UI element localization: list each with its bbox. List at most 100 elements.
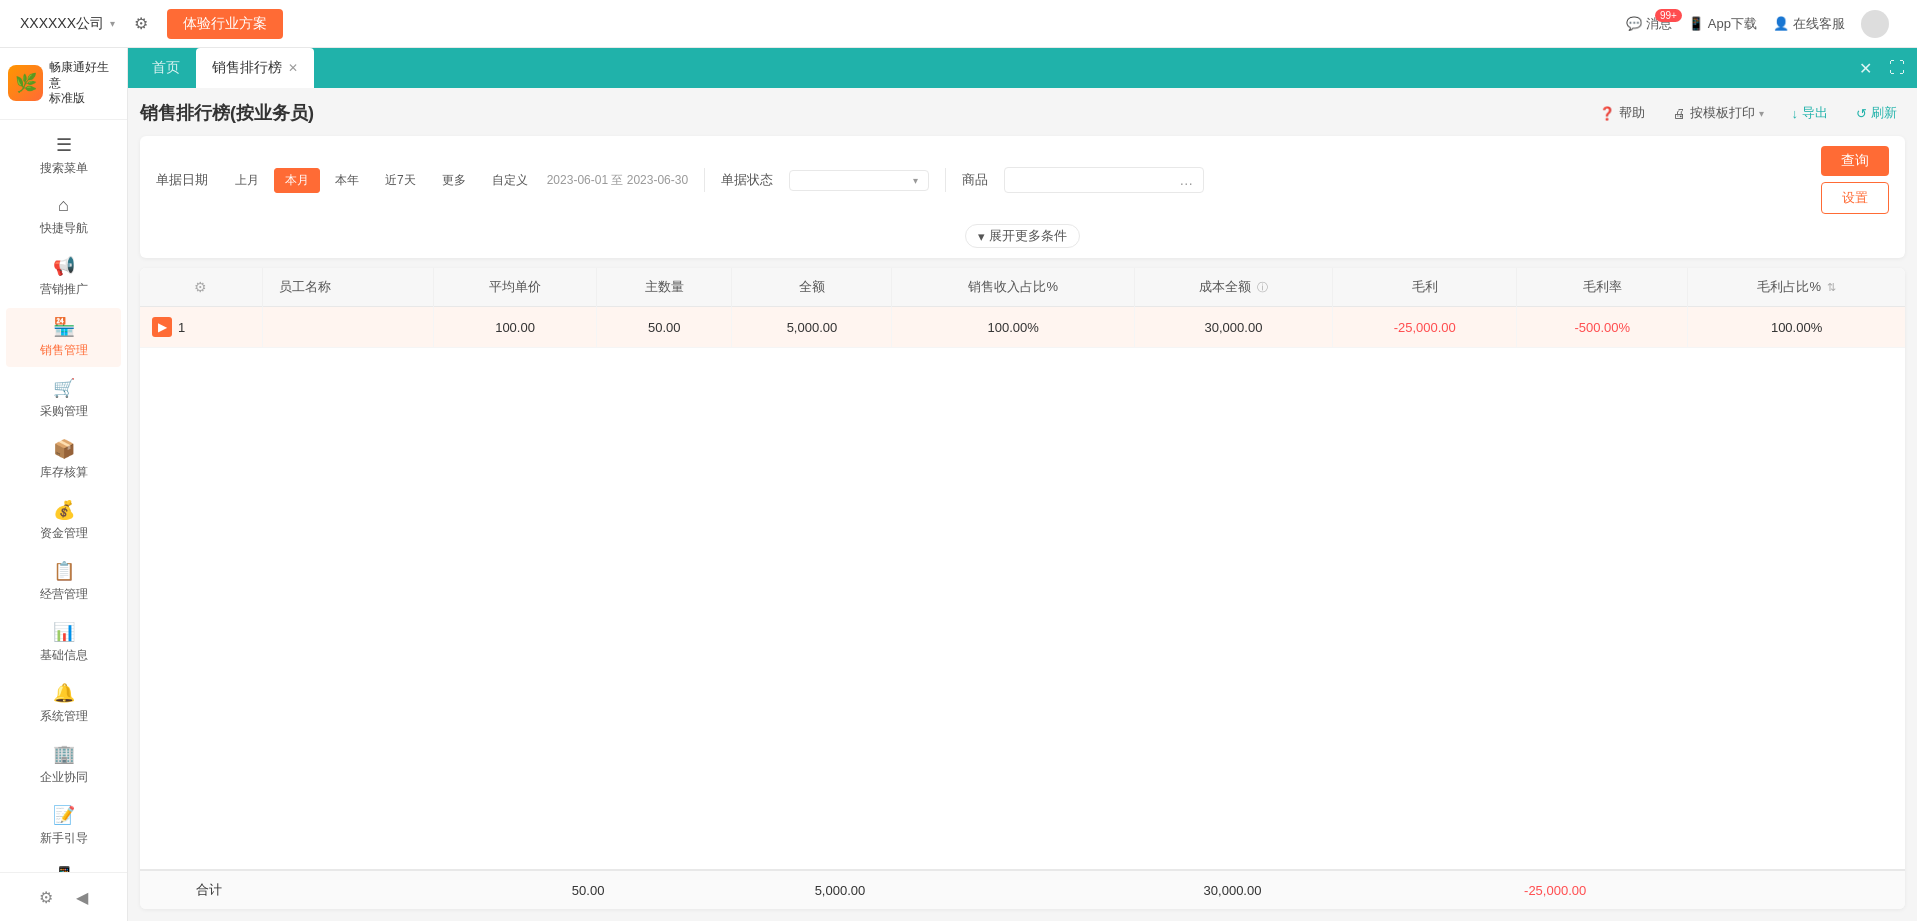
sidebar-item-enterprise[interactable]: 🏢 企业协同 — [6, 735, 121, 794]
cost-info-icon[interactable]: ⓘ — [1257, 281, 1268, 293]
sidebar-item-label: 库存核算 — [40, 464, 88, 481]
th-amount: 全额 — [732, 268, 892, 307]
sidebar-logo: 🌿 畅康通好生意 标准版 — [0, 48, 127, 120]
operations-icon: 📋 — [53, 560, 75, 582]
sidebar-item-finance[interactable]: 💰 资金管理 — [6, 491, 121, 550]
home-icon: ⌂ — [58, 195, 69, 216]
export-button[interactable]: ↓ 导出 — [1784, 100, 1837, 126]
refresh-button[interactable]: ↺ 刷新 — [1848, 100, 1905, 126]
sidebar-item-label: 新手引导 — [40, 830, 88, 847]
footer-qty: 50.00 — [480, 871, 697, 910]
th-avg-price: 平均单价 — [434, 268, 597, 307]
page-actions: ❓ 帮助 🖨 按模板打印 ▾ ↓ 导出 ↺ 刷新 — [1591, 100, 1906, 126]
status-select[interactable]: ▾ — [789, 170, 929, 191]
td-gross-pct: 100.00% — [1688, 307, 1905, 348]
tab-bar-right: ✕ ⛶ — [1853, 56, 1909, 80]
sidebar: 🌿 畅康通好生意 标准版 ☰ 搜索菜单 ⌂ 快捷导航 📢 营销推广 🏪 销售管理 — [0, 48, 128, 921]
sidebar-item-system[interactable]: 🔔 系统管理 — [6, 674, 121, 733]
footer-row: 合计 50.00 5,000.00 30,000.00 -25,000.00 — [140, 871, 1905, 910]
th-col-settings[interactable]: ⚙ — [140, 268, 262, 307]
page-content: 销售排行榜(按业务员) ❓ 帮助 🖨 按模板打印 ▾ ↓ 导出 — [128, 88, 1917, 921]
td-sales-pct: 100.00% — [892, 307, 1134, 348]
sidebar-item-label: 基础信息 — [40, 647, 88, 664]
company-selector[interactable]: XXXXXX公司 ▾ — [12, 11, 123, 37]
tab-sales-ranking[interactable]: 销售排行榜 ✕ — [196, 48, 314, 88]
sidebar-item-operations[interactable]: 📋 经营管理 — [6, 552, 121, 611]
notification-area[interactable]: 💬 消息 99+ — [1626, 15, 1672, 33]
th-cost: 成本全额 ⓘ — [1134, 268, 1332, 307]
date-tab-current-year[interactable]: 本年 — [324, 168, 370, 193]
sidebar-settings-btn[interactable]: ⚙ — [32, 883, 60, 911]
th-rank: 员工名称 — [262, 268, 433, 307]
footer-label: 合计 — [180, 871, 387, 910]
footer-gross-pct — [1813, 871, 1905, 910]
print-label: 按模板打印 — [1690, 104, 1755, 122]
online-service-btn[interactable]: 👤 在线客服 — [1773, 15, 1845, 33]
table-footer-area: 合计 50.00 5,000.00 30,000.00 -25,000.00 — [140, 869, 1905, 909]
sidebar-nav: ☰ 搜索菜单 ⌂ 快捷导航 📢 营销推广 🏪 销售管理 🛒 采购管理 📦 库 — [0, 120, 127, 872]
app-download-btn[interactable]: 📱 App下载 — [1688, 15, 1757, 33]
sidebar-item-guide[interactable]: 📝 新手引导 — [6, 796, 121, 855]
th-qty: 主数量 — [597, 268, 732, 307]
tab-bar-expand-icon[interactable]: ⛶ — [1885, 56, 1909, 80]
expand-more-btn[interactable]: ▾ 展开更多条件 — [965, 224, 1080, 248]
date-tab-more[interactable]: 更多 — [431, 168, 477, 193]
sidebar-footer: ⚙ ◀ — [0, 872, 127, 921]
sidebar-item-purchase[interactable]: 🛒 采购管理 — [6, 369, 121, 428]
avatar[interactable] — [1861, 10, 1889, 38]
table-scroll-area[interactable]: ⚙ 员工名称 平均单价 主数量 全额 销售收入占比% 成本全额 ⓘ — [140, 268, 1905, 869]
sales-icon: 🏪 — [53, 316, 75, 338]
filter-separator-1 — [704, 168, 705, 192]
td-cost: 30,000.00 — [1134, 307, 1332, 348]
tab-close-icon[interactable]: ✕ — [288, 61, 298, 75]
sidebar-item-marketing[interactable]: 📢 营销推广 — [6, 247, 121, 306]
td-qty: 50.00 — [597, 307, 732, 348]
guide-icon: 📝 — [53, 804, 75, 826]
marketing-icon: 📢 — [53, 255, 75, 277]
expand-down-icon: ▾ — [978, 229, 985, 244]
date-tab-current-month[interactable]: 本月 — [274, 168, 320, 193]
date-tabs: 上月 本月 本年 近7天 更多 自定义 2023-06-01 至 2023-06… — [224, 168, 688, 193]
sidebar-item-basicinfo[interactable]: 📊 基础信息 — [6, 613, 121, 672]
sidebar-item-label: 销售管理 — [40, 342, 88, 359]
sidebar-item-label: 采购管理 — [40, 403, 88, 420]
sidebar-item-search[interactable]: ☰ 搜索菜单 — [6, 126, 121, 185]
tab-bar-close-icon[interactable]: ✕ — [1853, 56, 1877, 80]
sidebar-collapse-btn[interactable]: ◀ — [68, 883, 96, 911]
sidebar-item-appcenter[interactable]: 📱 应用中心 — [6, 857, 121, 872]
system-icon: 🔔 — [53, 682, 75, 704]
help-button[interactable]: ❓ 帮助 — [1591, 100, 1653, 126]
logo-text: 畅康通好生意 — [49, 60, 119, 91]
export-icon: ↓ — [1792, 106, 1799, 121]
page-header: 销售排行榜(按业务员) ❓ 帮助 🖨 按模板打印 ▾ ↓ 导出 — [140, 100, 1905, 126]
query-button[interactable]: 查询 — [1821, 146, 1889, 176]
gross-pct-sort-icon[interactable]: ⇅ — [1827, 281, 1836, 293]
th-sales-pct: 销售收入占比% — [892, 268, 1134, 307]
filter-bar: 单据日期 上月 本月 本年 近7天 更多 自定义 2023-06-01 至 20… — [140, 136, 1905, 258]
tab-home[interactable]: 首页 — [136, 48, 196, 88]
date-tab-last-month[interactable]: 上月 — [224, 168, 270, 193]
settings-button[interactable]: 设置 — [1821, 182, 1889, 214]
finance-icon: 💰 — [53, 499, 75, 521]
trial-button[interactable]: 体验行业方案 — [167, 9, 283, 39]
td-avg-price: 100.00 — [434, 307, 597, 348]
basicinfo-icon: 📊 — [53, 621, 75, 643]
table-row: ▶ 1 100.00 50.00 5,000.00 100.00% 30,000… — [140, 307, 1905, 348]
goods-input[interactable]: … — [1004, 167, 1204, 193]
filter-row-1: 单据日期 上月 本月 本年 近7天 更多 自定义 2023-06-01 至 20… — [156, 146, 1889, 214]
footer-avg-price — [387, 871, 479, 910]
footer-table: 合计 50.00 5,000.00 30,000.00 -25,000.00 — [140, 870, 1905, 909]
expand-row: ▾ 展开更多条件 — [156, 224, 1889, 248]
col-settings-icon[interactable]: ⚙ — [194, 279, 207, 295]
footer-cost: 30,000.00 — [1075, 871, 1389, 910]
date-tab-custom[interactable]: 自定义 — [481, 168, 539, 193]
date-tab-7days[interactable]: 近7天 — [374, 168, 427, 193]
sidebar-item-sales[interactable]: 🏪 销售管理 — [6, 308, 121, 367]
print-button[interactable]: 🖨 按模板打印 ▾ — [1665, 100, 1772, 126]
sidebar-item-inventory[interactable]: 📦 库存核算 — [6, 430, 121, 489]
print-dropdown-icon: ▾ — [1759, 108, 1764, 119]
th-gross-rate: 毛利率 — [1517, 268, 1688, 307]
row-expand-icon[interactable]: ▶ — [152, 317, 172, 337]
sidebar-item-quicknav[interactable]: ⌂ 快捷导航 — [6, 187, 121, 245]
company-settings-icon[interactable]: ⚙ — [127, 10, 155, 38]
